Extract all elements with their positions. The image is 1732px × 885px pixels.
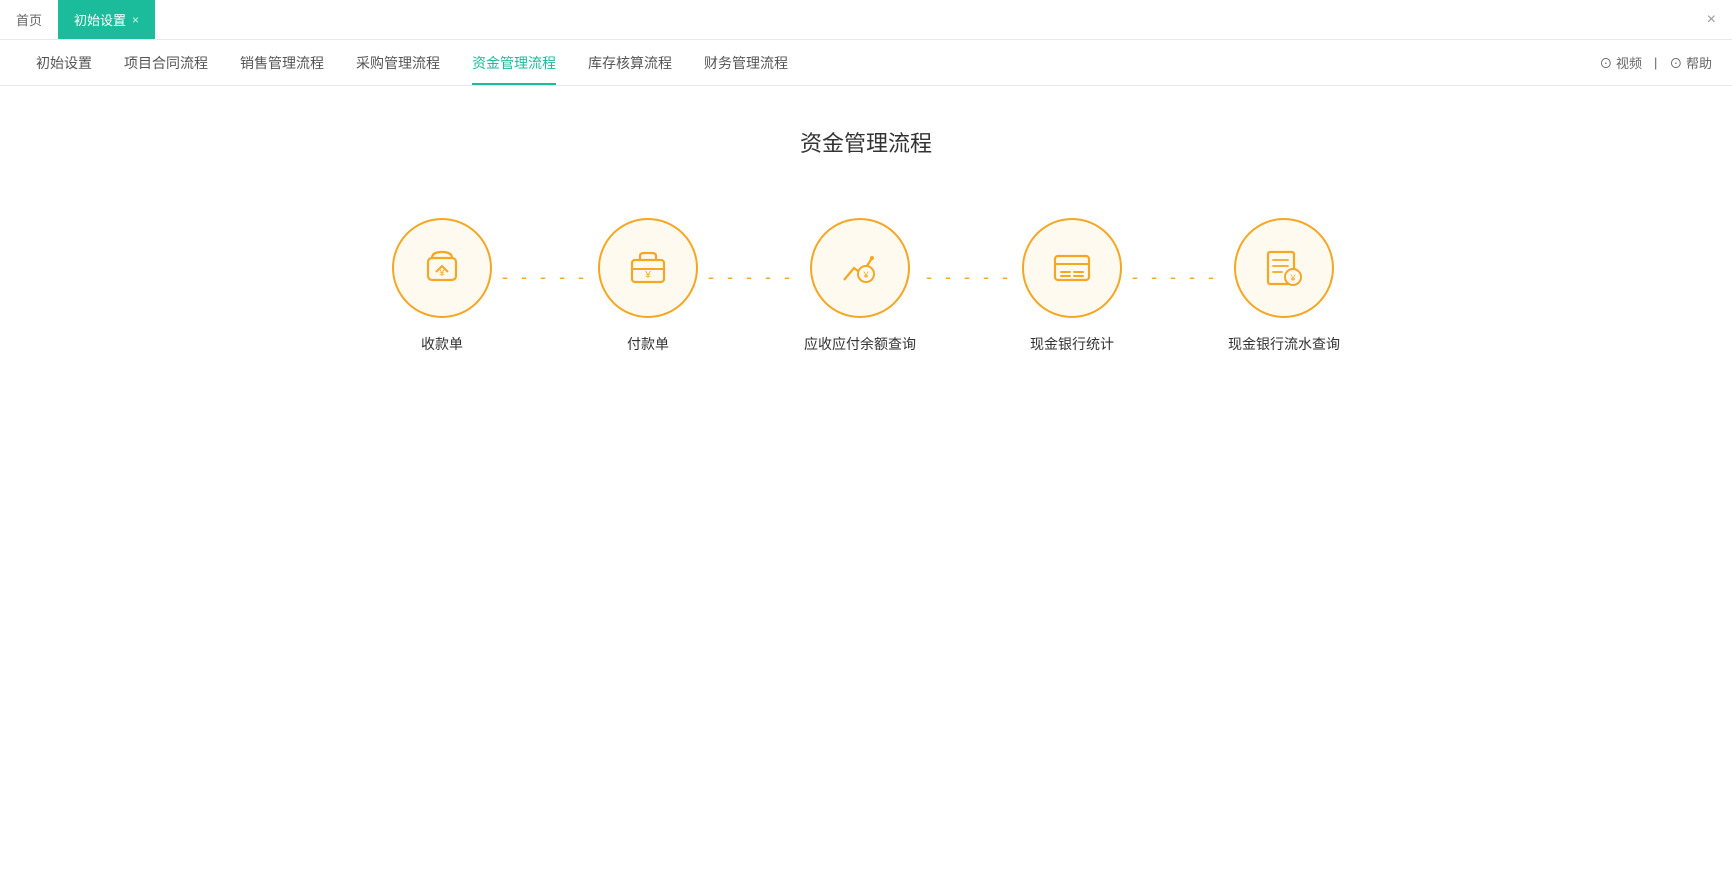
- flow-item-balance[interactable]: ¥ 应收应付余额查询: [804, 218, 916, 354]
- connector-1: - - - - -: [492, 267, 598, 306]
- nav-help-area: ⊙ 视频 | ⊙ 帮助: [1599, 53, 1712, 72]
- nav-item-purchase[interactable]: 采购管理流程: [340, 40, 456, 85]
- flow-circle-balance: ¥: [810, 218, 910, 318]
- flow-label-statement: 现金银行流水查询: [1228, 334, 1340, 354]
- active-tab[interactable]: 初始设置 ×: [58, 0, 155, 39]
- connector-2: - - - - -: [698, 267, 804, 306]
- flow-circle-statement: ¥: [1234, 218, 1334, 318]
- flow-label-balance: 应收应付余额查询: [804, 334, 916, 354]
- tab-close-icon[interactable]: ×: [132, 13, 139, 27]
- svg-text:¥: ¥: [1289, 273, 1296, 283]
- flow-circle-pay: ¥: [598, 218, 698, 318]
- nav-item-sales[interactable]: 销售管理流程: [224, 40, 340, 85]
- connector-3: - - - - -: [916, 267, 1022, 306]
- nav-item-capital[interactable]: 资金管理流程: [456, 40, 572, 85]
- nav-item-init[interactable]: 初始设置: [20, 40, 108, 85]
- receive-icon: ¥: [418, 244, 466, 292]
- svg-text:¥: ¥: [862, 270, 869, 280]
- nav-item-inventory[interactable]: 库存核算流程: [572, 40, 688, 85]
- main-content: 资金管理流程 ¥ 收款单 - - - - -: [0, 86, 1732, 394]
- flow-circle-cash: [1022, 218, 1122, 318]
- top-bar-right: ×: [1707, 11, 1732, 29]
- flow-item-cash[interactable]: 现金银行统计: [1022, 218, 1122, 354]
- flow-item-pay[interactable]: ¥ 付款单: [598, 218, 698, 354]
- window-close-button[interactable]: ×: [1707, 11, 1716, 29]
- balance-icon: ¥: [836, 244, 884, 292]
- home-label: 首页: [16, 10, 42, 29]
- flow-label-cash: 现金银行统计: [1030, 334, 1114, 354]
- flow-container: ¥ 收款单 - - - - - ¥ 付款单 - -: [316, 218, 1416, 354]
- page-title: 资金管理流程: [800, 126, 932, 158]
- nav-item-finance[interactable]: 财务管理流程: [688, 40, 804, 85]
- top-bar: 首页 初始设置 × ×: [0, 0, 1732, 40]
- home-tab[interactable]: 首页: [0, 0, 58, 39]
- cash-icon: [1048, 244, 1096, 292]
- flow-item-receive[interactable]: ¥ 收款单: [392, 218, 492, 354]
- video-help-link[interactable]: ⊙ 视频: [1599, 53, 1642, 72]
- flow-item-statement[interactable]: ¥ 现金银行流水查询: [1228, 218, 1340, 354]
- pay-icon: ¥: [624, 244, 672, 292]
- nav-item-project[interactable]: 项目合同流程: [108, 40, 224, 85]
- flow-circle-receive: ¥: [392, 218, 492, 318]
- connector-4: - - - - -: [1122, 267, 1228, 306]
- doc-help-link[interactable]: ⊙ 帮助: [1669, 53, 1712, 72]
- statement-icon: ¥: [1260, 244, 1308, 292]
- tab-label: 初始设置: [74, 10, 126, 29]
- flow-label-receive: 收款单: [421, 334, 463, 354]
- svg-text:¥: ¥: [438, 268, 445, 279]
- svg-text:¥: ¥: [644, 270, 651, 281]
- nav-bar: 初始设置 项目合同流程 销售管理流程 采购管理流程 资金管理流程 库存核算流程 …: [0, 40, 1732, 86]
- flow-label-pay: 付款单: [627, 334, 669, 354]
